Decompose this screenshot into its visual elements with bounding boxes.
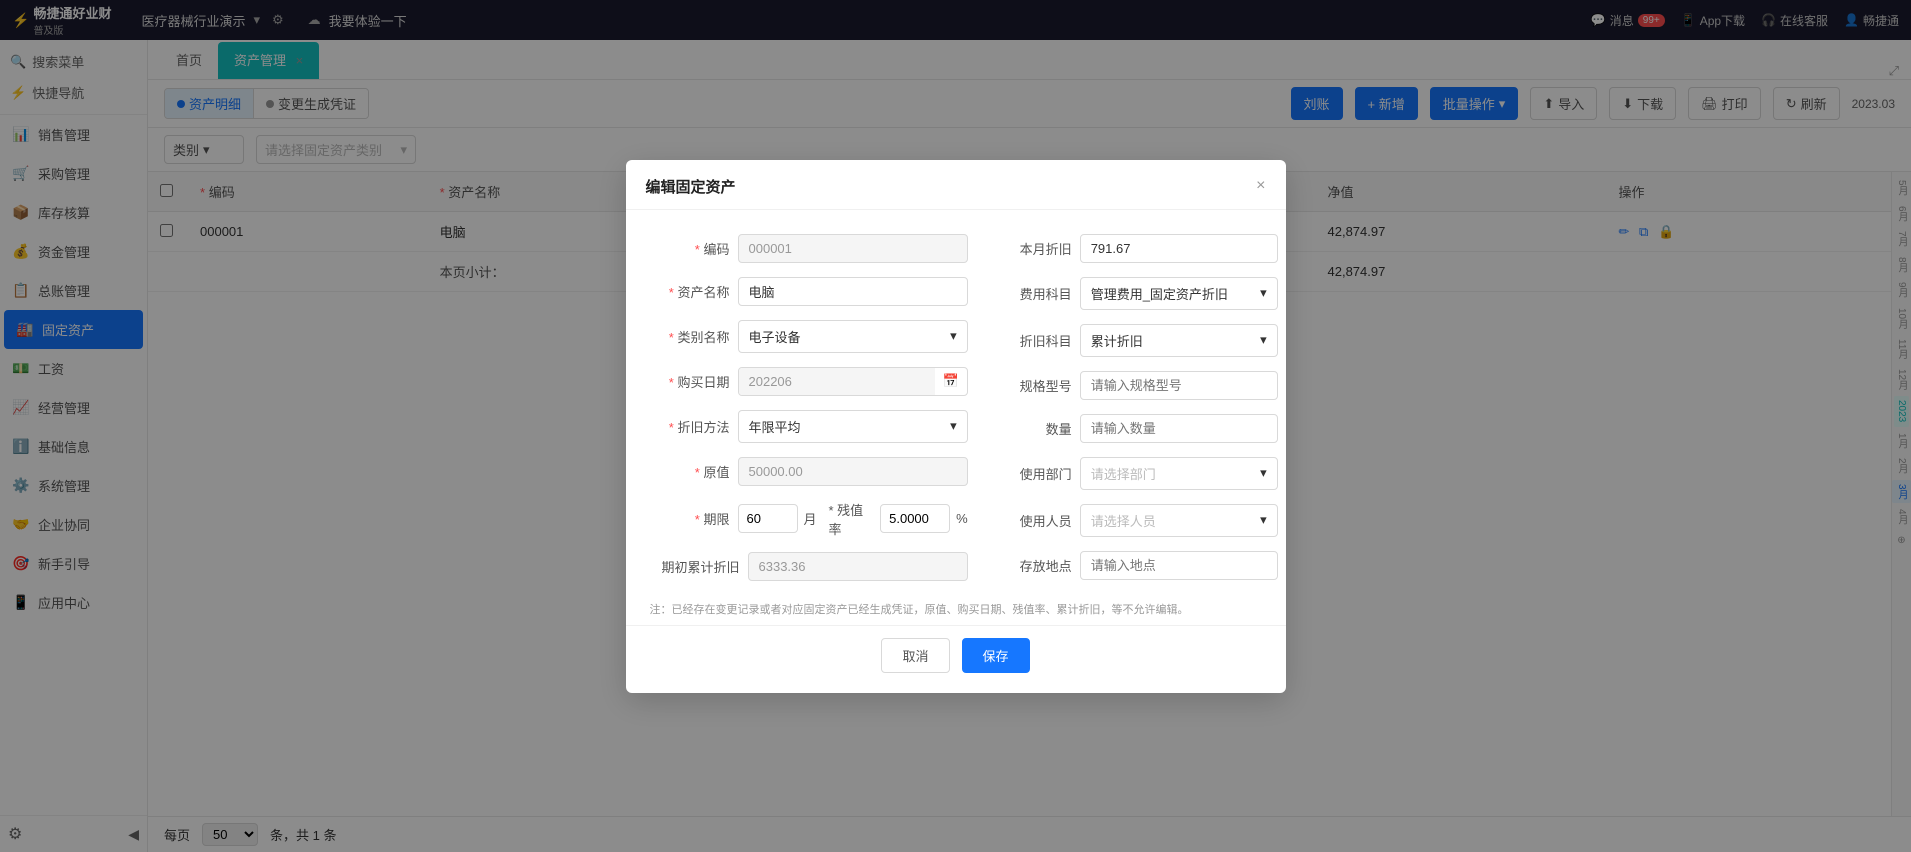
- code-input[interactable]: [738, 234, 968, 263]
- form-left-col: * 编码 * 资产名称 * 类别名称 电子设备 ▾: [650, 234, 968, 585]
- modal-header: 编辑固定资产 ×: [626, 160, 1286, 210]
- modal-close-btn[interactable]: ×: [1256, 177, 1265, 195]
- form-row-category: * 类别名称 电子设备 ▾: [650, 320, 968, 353]
- user-select[interactable]: 请选择人员 ▾: [1080, 504, 1278, 537]
- department-select[interactable]: 请选择部门 ▾: [1080, 457, 1278, 490]
- form-right-col: 本月折旧 费用科目 管理费用_固定资产折旧 ▾ 折旧科目: [992, 234, 1278, 585]
- depreciation-subject-select[interactable]: 累计折旧 ▾: [1080, 324, 1278, 357]
- period-inline: 月 * 残值率 %: [738, 500, 968, 538]
- period-input[interactable]: [738, 504, 798, 533]
- form-row-monthly-depreciation: 本月折旧: [992, 234, 1278, 263]
- modal-footer: 取消 保存: [626, 625, 1286, 693]
- category-dropdown-icon: ▾: [950, 328, 957, 344]
- quantity-input[interactable]: [1080, 414, 1278, 443]
- expense-subject-select[interactable]: 管理费用_固定资产折旧 ▾: [1080, 277, 1278, 310]
- purchase-date-field: 📅: [738, 367, 968, 396]
- form-row-code: * 编码: [650, 234, 968, 263]
- save-btn[interactable]: 保存: [962, 638, 1030, 673]
- form-row-depreciation-subject: 折旧科目 累计折旧 ▾: [992, 324, 1278, 357]
- calendar-icon[interactable]: 📅: [935, 373, 967, 389]
- spec-input[interactable]: [1080, 371, 1278, 400]
- form-row-department: 使用部门 请选择部门 ▾: [992, 457, 1278, 490]
- form-row-expense-subject: 费用科目 管理费用_固定资产折旧 ▾: [992, 277, 1278, 310]
- form-row-period: * 期限 月 * 残值率 %: [650, 500, 968, 538]
- form-row-purchase-date: * 购买日期 📅: [650, 367, 968, 396]
- edit-asset-modal: 编辑固定资产 × * 编码 * 资产名称: [626, 160, 1286, 693]
- department-dropdown-icon: ▾: [1260, 465, 1267, 481]
- cancel-btn[interactable]: 取消: [881, 638, 949, 673]
- name-input[interactable]: [738, 277, 968, 306]
- modal-title: 编辑固定资产: [646, 176, 736, 197]
- form-row-original-value: * 原值: [650, 457, 968, 486]
- location-input[interactable]: [1080, 551, 1278, 580]
- method-dropdown-icon: ▾: [950, 418, 957, 434]
- category-select[interactable]: 电子设备 ▾: [738, 320, 968, 353]
- modal-overlay: 编辑固定资产 × * 编码 * 资产名称: [0, 0, 1911, 852]
- form-row-location: 存放地点: [992, 551, 1278, 580]
- form-row-quantity: 数量: [992, 414, 1278, 443]
- form-row-depreciation-method: * 折旧方法 年限平均 ▾: [650, 410, 968, 443]
- modal-body: * 编码 * 资产名称 * 类别名称 电子设备 ▾: [626, 210, 1286, 601]
- user-dropdown-icon: ▾: [1260, 512, 1267, 528]
- original-value-input[interactable]: [738, 457, 968, 486]
- form-row-initial-accumulated: 期初累计折旧: [650, 552, 968, 581]
- form-row-user: 使用人员 请选择人员 ▾: [992, 504, 1278, 537]
- purchase-date-input[interactable]: [739, 368, 935, 395]
- residual-rate-label: * 残值率: [829, 500, 875, 538]
- form-row-spec: 规格型号: [992, 371, 1278, 400]
- monthly-depreciation-input[interactable]: [1080, 234, 1278, 263]
- residual-rate-input[interactable]: [880, 504, 950, 533]
- initial-accumulated-input[interactable]: [748, 552, 968, 581]
- form-row-name: * 资产名称: [650, 277, 968, 306]
- depreciation-method-select[interactable]: 年限平均 ▾: [738, 410, 968, 443]
- modal-note: 注：已经存在变更记录或者对应固定资产已经生成凭证，原值、购买日期、残值率、累计折…: [626, 601, 1286, 625]
- expense-dropdown-icon: ▾: [1260, 285, 1267, 301]
- depreciation-dropdown-icon: ▾: [1260, 332, 1267, 348]
